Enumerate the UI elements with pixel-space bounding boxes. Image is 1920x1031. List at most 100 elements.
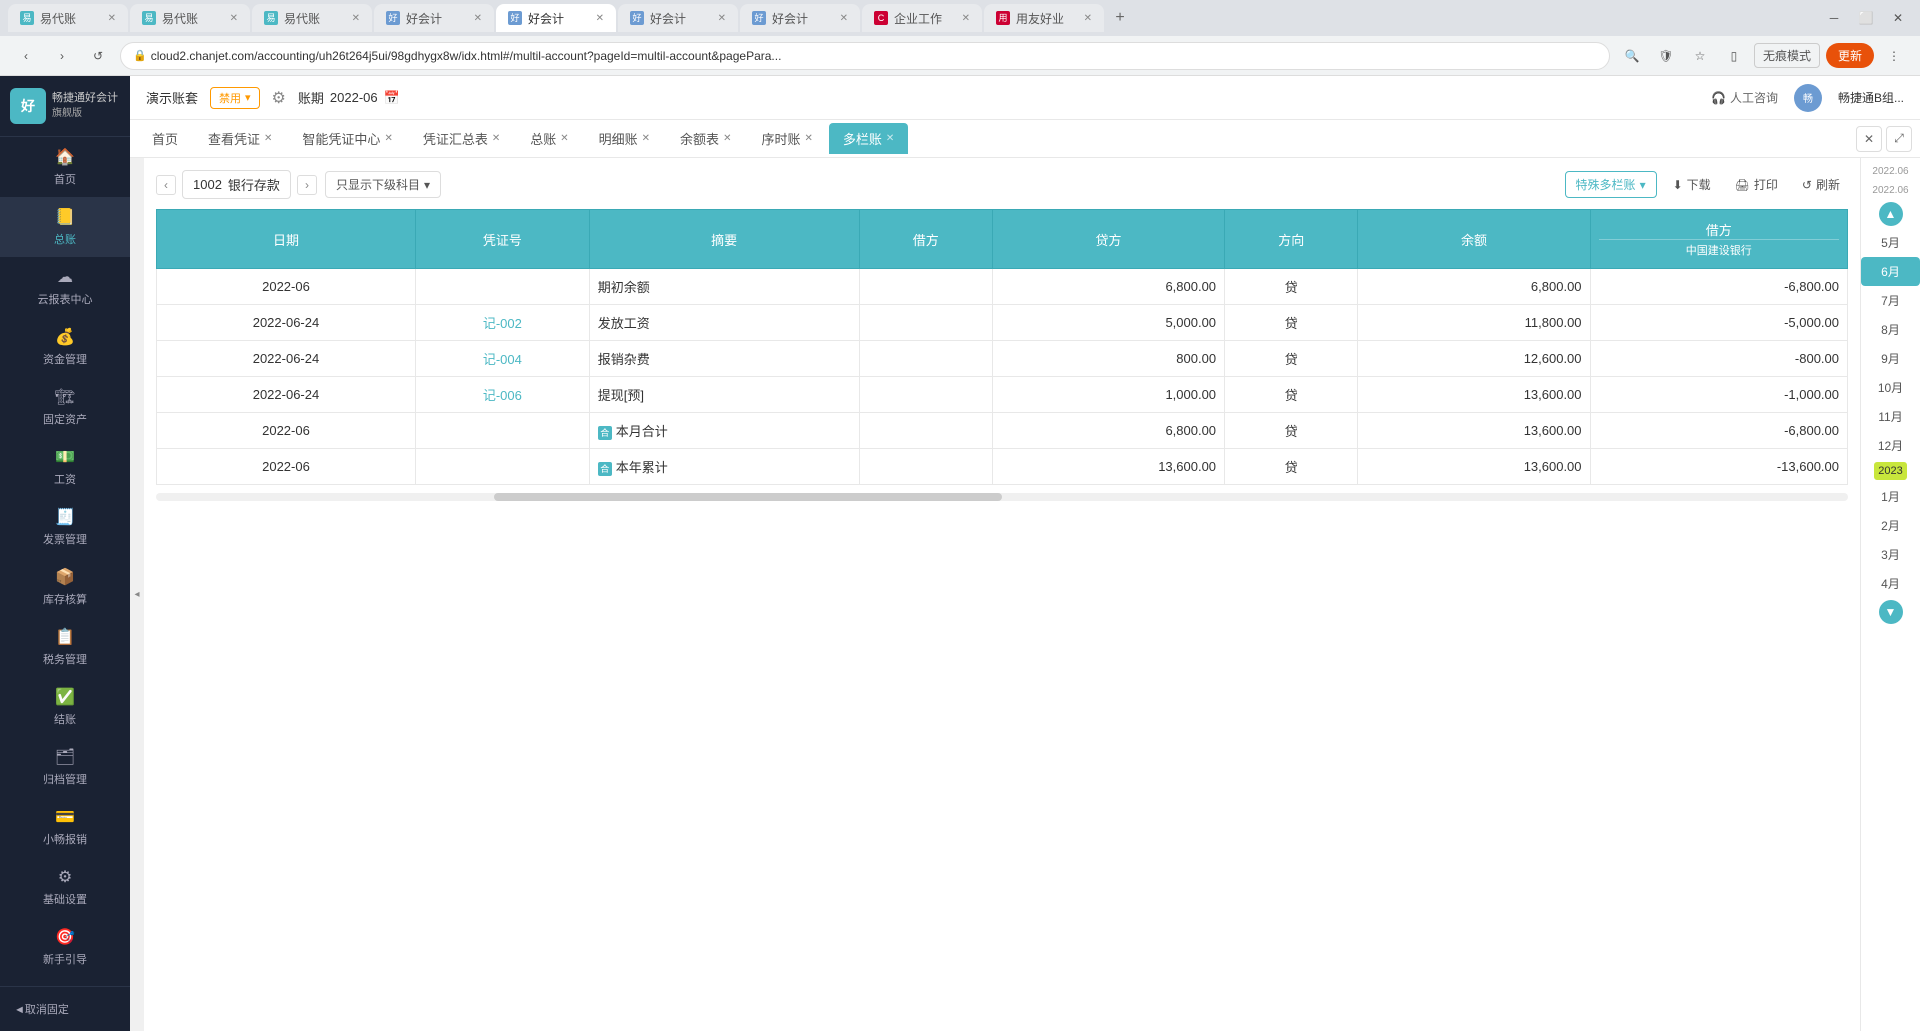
unpin-button[interactable]: ◄取消固定 (8, 995, 122, 1023)
tab-close-view-voucher[interactable]: ✕ (264, 133, 272, 144)
tab-home[interactable]: 首页 (138, 123, 192, 154)
browser-tab-1[interactable]: 易 易代账 ✕ (8, 4, 128, 32)
consult-button[interactable]: 🎧 人工咨询 (1711, 89, 1778, 106)
tab-close-multi-column[interactable]: ✕ (886, 133, 894, 144)
calendar-month-july[interactable]: 7月 (1861, 286, 1920, 315)
sidebar-item-assets[interactable]: 🏗 固定资产 (0, 377, 130, 437)
account-selector[interactable]: 1002 银行存款 (182, 170, 291, 199)
calendar-month-june[interactable]: 6月 (1861, 257, 1920, 286)
tab-close-5[interactable]: ✕ (596, 13, 604, 24)
tab-close-6[interactable]: ✕ (718, 13, 726, 24)
star-icon[interactable]: ☆ (1686, 42, 1714, 70)
browser-tab-3[interactable]: 易 易代账 ✕ (252, 4, 372, 32)
sidebar-item-guide[interactable]: 🎯 新手引导 (0, 917, 130, 977)
calendar-month-november[interactable]: 11月 (1861, 402, 1920, 431)
tab-view-voucher[interactable]: 查看凭证 ✕ (194, 123, 286, 154)
url-input[interactable]: 🔒 cloud2.chanjet.com/accounting/uh26t264… (120, 42, 1610, 70)
sidebar-item-invoice[interactable]: 🧾 发票管理 (0, 497, 130, 557)
close-tab-icon[interactable]: ✕ (1856, 126, 1882, 152)
refresh-button[interactable]: ↺ (84, 42, 112, 70)
sidebar-item-ledger[interactable]: 📒 总账 (0, 197, 130, 257)
browser-tab-8[interactable]: C 企业工作 ✕ (862, 4, 982, 32)
cell-voucher[interactable]: 记-002 (415, 305, 589, 341)
browser-tab-7[interactable]: 好 好会计 ✕ (740, 4, 860, 32)
cell-voucher[interactable]: 记-004 (415, 341, 589, 377)
calendar-icon[interactable]: 📅 (384, 90, 400, 106)
tab-voucher-summary[interactable]: 凭证汇总表 ✕ (409, 123, 514, 154)
tab-close-1[interactable]: ✕ (108, 13, 116, 24)
sidebar-item-closing[interactable]: ✅ 结账 (0, 677, 130, 737)
sidebar-item-inventory[interactable]: 📦 库存核算 (0, 557, 130, 617)
tab-close-detail-ledger[interactable]: ✕ (642, 133, 650, 144)
demo-status-badge[interactable]: 禁用 ▾ (210, 87, 260, 109)
browser-tab-2[interactable]: 易 易代账 ✕ (130, 4, 250, 32)
maximize-icon[interactable]: ⤢ (1886, 126, 1912, 152)
sidebar-item-reports[interactable]: ☁ 云报表中心 (0, 257, 130, 317)
close-button[interactable]: ✕ (1884, 4, 1912, 32)
browser-tab-6[interactable]: 好 好会计 ✕ (618, 4, 738, 32)
calendar-month-feb[interactable]: 2月 (1861, 511, 1920, 540)
calendar-month-may[interactable]: 5月 (1861, 228, 1920, 257)
more-options-icon[interactable]: ⋮ (1880, 42, 1908, 70)
multi-column-btn[interactable]: 特殊多栏账 ▾ (1565, 171, 1657, 198)
sidebar-item-settings[interactable]: ⚙ 基础设置 (0, 857, 130, 917)
prev-account-button[interactable]: ‹ (156, 175, 176, 195)
tab-close-9[interactable]: ✕ (1084, 13, 1092, 24)
left-scroll-indicator[interactable]: ◂ (130, 158, 144, 1031)
calendar-month-jan[interactable]: 1月 (1861, 482, 1920, 511)
shield-icon[interactable]: 🛡 (1652, 42, 1680, 70)
restore-button[interactable]: ⬜ (1852, 4, 1880, 32)
subject-filter-dropdown[interactable]: 只显示下级科目 ▾ (325, 171, 441, 198)
sidebar-item-funds[interactable]: 💰 资金管理 (0, 317, 130, 377)
new-tab-button[interactable]: + (1106, 4, 1134, 32)
search-icon[interactable]: 🔍 (1618, 42, 1646, 70)
calendar-month-december[interactable]: 12月 (1861, 431, 1920, 460)
back-button[interactable]: ‹ (12, 42, 40, 70)
forward-button[interactable]: › (48, 42, 76, 70)
sidebar-item-home[interactable]: 🏠 首页 (0, 137, 130, 197)
settings-gear-icon[interactable]: ⚙ (272, 88, 286, 108)
sidebar-item-member[interactable]: 👑 畅会员 (0, 977, 130, 986)
scrollbar-thumb[interactable] (494, 493, 1002, 501)
tab-multi-column[interactable]: 多栏账 ✕ (829, 123, 908, 154)
calendar-year-2023[interactable]: 2023 (1874, 462, 1906, 480)
tab-close-8[interactable]: ✕ (962, 13, 970, 24)
refresh-button[interactable]: ↺ 刷新 (1794, 172, 1848, 197)
browser-tab-5[interactable]: 好 好会计 ✕ (496, 4, 616, 32)
next-account-button[interactable]: › (297, 175, 317, 195)
calendar-month-apr[interactable]: 4月 (1861, 569, 1920, 598)
sidebar-item-archive[interactable]: 🗂 归档管理 (0, 737, 130, 797)
tab-close-chronological[interactable]: ✕ (804, 133, 812, 144)
tab-close-7[interactable]: ✕ (840, 13, 848, 24)
browser-tab-9[interactable]: 用 用友好业 ✕ (984, 4, 1104, 32)
sidebar-item-payroll[interactable]: 💵 工资 (0, 437, 130, 497)
sidebar-item-expense[interactable]: 💳 小畅报销 (0, 797, 130, 857)
tab-close-2[interactable]: ✕ (230, 13, 238, 24)
sidebar-toggle-icon[interactable]: ▯ (1720, 42, 1748, 70)
calendar-month-mar[interactable]: 3月 (1861, 540, 1920, 569)
cell-voucher[interactable]: 记-006 (415, 377, 589, 413)
horizontal-scrollbar[interactable] (156, 493, 1848, 501)
calendar-month-october[interactable]: 10月 (1861, 373, 1920, 402)
tab-close-voucher-summary[interactable]: ✕ (492, 133, 500, 144)
tab-detail-ledger[interactable]: 明细账 ✕ (585, 123, 664, 154)
browser-tab-4[interactable]: 好 好会计 ✕ (374, 4, 494, 32)
tab-chronological[interactable]: 序时账 ✕ (747, 123, 826, 154)
tab-smart-voucher[interactable]: 智能凭证中心 ✕ (288, 123, 406, 154)
tab-balance[interactable]: 余额表 ✕ (666, 123, 745, 154)
tab-close-smart-voucher[interactable]: ✕ (384, 133, 392, 144)
calendar-up-button[interactable]: ▲ (1879, 202, 1903, 226)
sidebar-item-tax[interactable]: 📋 税务管理 (0, 617, 130, 677)
minimize-button[interactable]: ─ (1820, 4, 1848, 32)
calendar-month-september[interactable]: 9月 (1861, 344, 1920, 373)
tab-close-balance[interactable]: ✕ (723, 133, 731, 144)
calendar-month-august[interactable]: 8月 (1861, 315, 1920, 344)
no-trace-button[interactable]: 无痕模式 (1754, 43, 1820, 68)
tab-general-ledger[interactable]: 总账 ✕ (516, 123, 582, 154)
tab-close-3[interactable]: ✕ (352, 13, 360, 24)
print-button[interactable]: 🖨 打印 (1727, 172, 1786, 197)
update-button[interactable]: 更新 (1826, 43, 1874, 68)
tab-close-general-ledger[interactable]: ✕ (560, 133, 568, 144)
download-button[interactable]: ⬇ 下载 (1665, 172, 1719, 197)
calendar-down-button[interactable]: ▼ (1879, 600, 1903, 624)
